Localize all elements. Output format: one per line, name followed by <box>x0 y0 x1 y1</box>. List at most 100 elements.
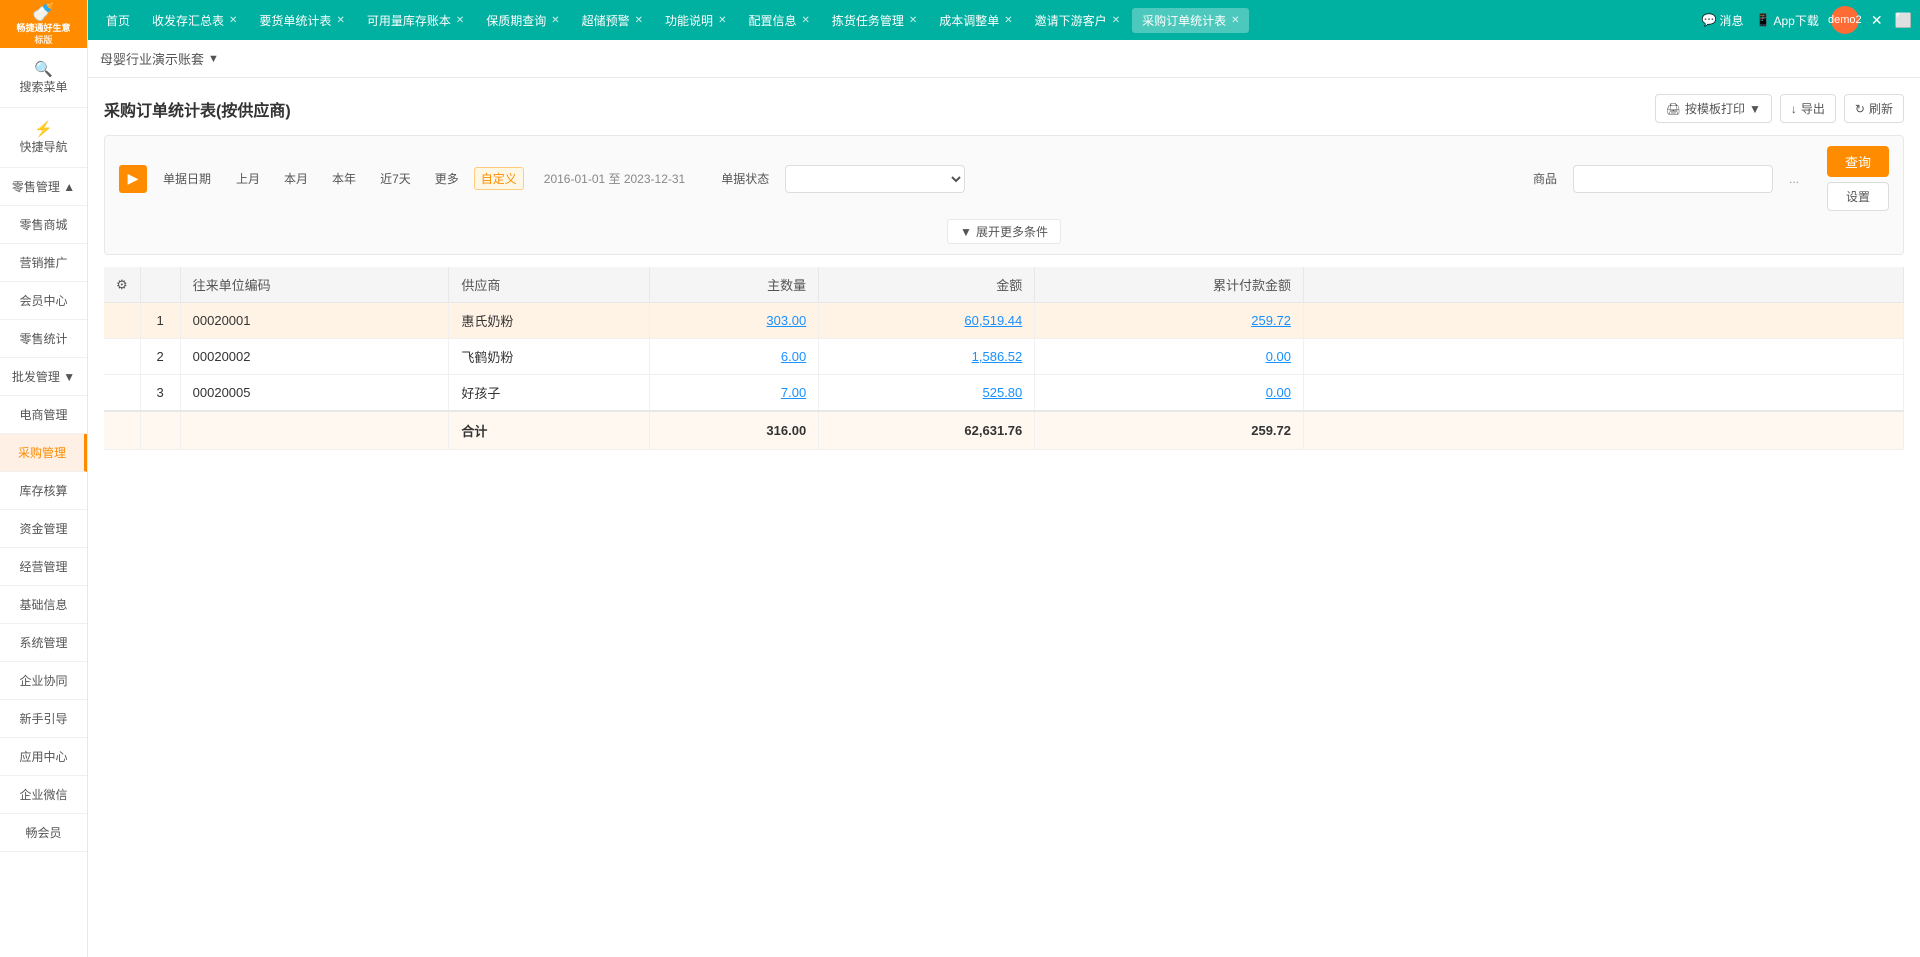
close-tab-function-desc[interactable]: ✕ <box>718 15 726 26</box>
sidebar-item-operation[interactable]: 经营管理 <box>0 548 87 586</box>
close-tab-overstock[interactable]: ✕ <box>635 15 643 26</box>
table-row: 2 00020002 飞鹤奶粉 6.00 1,586.52 0.00 <box>104 339 1904 375</box>
sidebar-item-member[interactable]: 会员中心 <box>0 282 87 320</box>
row2-paid-link[interactable]: 0.00 <box>1266 349 1291 364</box>
sidebar-item-inventory[interactable]: 库存核算 <box>0 472 87 510</box>
tab-config-info[interactable]: 配置信息 ✕ <box>738 8 819 33</box>
row1-supplier: 惠氏奶粉 <box>449 303 650 339</box>
query-button[interactable]: 查询 <box>1827 146 1889 177</box>
sidebar-item-wholesale[interactable]: 批发管理 ▼ <box>0 358 87 396</box>
footer-index-cell <box>140 411 180 450</box>
footer-settings-cell <box>104 411 140 450</box>
settings-button[interactable]: 设置 <box>1827 182 1889 211</box>
row3-paid: 0.00 <box>1035 375 1304 412</box>
close-tab-purchase-stat[interactable]: ✕ <box>1231 15 1239 26</box>
sidebar-item-marketing[interactable]: 营销推广 <box>0 244 87 282</box>
account-dropdown[interactable]: 母婴行业演示账套 ▼ <box>100 49 219 68</box>
sidebar-item-retail[interactable]: 零售管理 ▲ <box>0 168 87 206</box>
tab-pickup-task[interactable]: 拣货任务管理 ✕ <box>822 8 927 33</box>
print-icon: 🖨 <box>1666 102 1681 116</box>
row2-qty-link[interactable]: 6.00 <box>781 349 806 364</box>
status-filter-select[interactable] <box>785 165 965 193</box>
user-label: demo2 <box>1828 14 1862 26</box>
footer-paid-cell: 259.72 <box>1035 411 1304 450</box>
col-settings-header[interactable]: ⚙ <box>104 267 140 303</box>
sidebar-item-retail-shop[interactable]: 零售商城 <box>0 206 87 244</box>
sidebar-item-enterprise[interactable]: 企业协同 <box>0 662 87 700</box>
sidebar-item-purchase[interactable]: 采购管理 <box>0 434 87 472</box>
row2-paid: 0.00 <box>1035 339 1304 375</box>
page-title: 采购订单统计表(按供应商) <box>104 97 291 121</box>
close-tab-invite-downstream[interactable]: ✕ <box>1112 15 1120 26</box>
date-tag-more[interactable]: 更多 <box>426 167 468 190</box>
row2-amount-link[interactable]: 1,586.52 <box>972 349 1023 364</box>
tab-function-desc[interactable]: 功能说明 ✕ <box>655 8 736 33</box>
close-tab-cost-adjust[interactable]: ✕ <box>1004 15 1012 26</box>
tab-warranty[interactable]: 保质期查询 ✕ <box>476 8 569 33</box>
download-icon: 📱 <box>1756 13 1771 27</box>
row1-paid: 259.72 <box>1035 303 1304 339</box>
tab-invite-downstream[interactable]: 邀请下游客户 ✕ <box>1025 8 1130 33</box>
footer-supplier-cell: 合计 <box>449 411 650 450</box>
footer-label-cell <box>180 411 449 450</box>
sidebar-item-wechat[interactable]: 企业微信 <box>0 776 87 814</box>
dropdown-arrow-icon: ▼ <box>208 53 219 65</box>
row2-main-qty: 6.00 <box>650 339 819 375</box>
sidebar-item-retail-stat[interactable]: 零售统计 <box>0 320 87 358</box>
date-tag-last-month[interactable]: 上月 <box>227 167 269 190</box>
main-area: 首页 收发存汇总表 ✕ 要货单统计表 ✕ 可用量库存账本 ✕ 保质期查询 ✕ 超… <box>88 0 1920 957</box>
row1-paid-link[interactable]: 259.72 <box>1251 313 1291 328</box>
filter-expand-toggle[interactable]: ▶ <box>119 165 147 193</box>
sidebar-item-ecommerce[interactable]: 电商管理 <box>0 396 87 434</box>
sidebar-item-shortcut[interactable]: ⚡ 快捷导航 <box>0 108 87 168</box>
close-tab-available-inventory[interactable]: ✕ <box>456 15 464 26</box>
date-filter-group: 上月 本月 本年 近7天 更多 自定义 <box>227 167 524 190</box>
date-tag-custom[interactable]: 自定义 <box>474 167 524 190</box>
refresh-button[interactable]: ↻ 刷新 <box>1844 94 1904 123</box>
tab-cost-adjust[interactable]: 成本调整单 ✕ <box>929 8 1022 33</box>
sidebar-item-system[interactable]: 系统管理 <box>0 624 87 662</box>
sidebar-item-app-center[interactable]: 应用中心 <box>0 738 87 776</box>
export-button[interactable]: ↓ 导出 <box>1780 94 1836 123</box>
tab-purchase-stat[interactable]: 采购订单统计表 ✕ <box>1132 8 1249 33</box>
sidebar-item-search[interactable]: 🔍 搜索菜单 <box>0 48 87 108</box>
message-btn[interactable]: 💬 消息 <box>1702 12 1744 29</box>
col-main-qty-header: 主数量 <box>650 267 819 303</box>
window-maximize-btn[interactable]: ⬜ <box>1895 12 1912 29</box>
tab-collect-send[interactable]: 收发存汇总表 ✕ <box>142 8 247 33</box>
sidebar-item-guide[interactable]: 新手引导 <box>0 700 87 738</box>
print-button[interactable]: 🖨 按模板打印 ▼ <box>1655 94 1772 123</box>
date-tag-this-year[interactable]: 本年 <box>323 167 365 190</box>
app-download-btn[interactable]: 📱 App下载 <box>1756 12 1819 29</box>
logo-text: 畅捷通好生意 <box>16 23 70 34</box>
goods-filter-input[interactable] <box>1573 165 1773 193</box>
expand-conditions-btn[interactable]: ▼ 展开更多条件 <box>947 219 1061 244</box>
tab-home[interactable]: 首页 <box>96 8 140 33</box>
goods-more-icon[interactable]: ... <box>1789 172 1799 186</box>
row3-settings <box>104 375 140 412</box>
row2-supplier: 飞鹤奶粉 <box>449 339 650 375</box>
footer-extra-cell <box>1304 411 1904 450</box>
date-tag-7days[interactable]: 近7天 <box>371 167 420 190</box>
row3-qty-link[interactable]: 7.00 <box>781 385 806 400</box>
date-tag-this-month[interactable]: 本月 <box>275 167 317 190</box>
row3-amount-link[interactable]: 525.80 <box>983 385 1023 400</box>
sidebar-item-basic[interactable]: 基础信息 <box>0 586 87 624</box>
row1-extra <box>1304 303 1904 339</box>
tab-overstock[interactable]: 超储预警 ✕ <box>572 8 653 33</box>
close-tab-goods-stat[interactable]: ✕ <box>336 15 344 26</box>
close-tab-pickup-task[interactable]: ✕ <box>909 15 917 26</box>
row1-amount-link[interactable]: 60,519.44 <box>964 313 1022 328</box>
close-tab-config-info[interactable]: ✕ <box>801 15 809 26</box>
sidebar-item-finance[interactable]: 资金管理 <box>0 510 87 548</box>
tab-available-inventory[interactable]: 可用量库存账本 ✕ <box>357 8 474 33</box>
row1-qty-link[interactable]: 303.00 <box>766 313 806 328</box>
row2-partner-code: 00020002 <box>180 339 449 375</box>
user-avatar[interactable]: demo2 <box>1831 6 1859 34</box>
close-tab-collect-send[interactable]: ✕ <box>229 15 237 26</box>
close-tab-warranty[interactable]: ✕ <box>551 15 559 26</box>
window-close-btn[interactable]: ✕ <box>1871 12 1883 29</box>
row3-paid-link[interactable]: 0.00 <box>1266 385 1291 400</box>
tab-goods-stat[interactable]: 要货单统计表 ✕ <box>249 8 354 33</box>
sidebar-item-vip[interactable]: 畅会员 <box>0 814 87 852</box>
